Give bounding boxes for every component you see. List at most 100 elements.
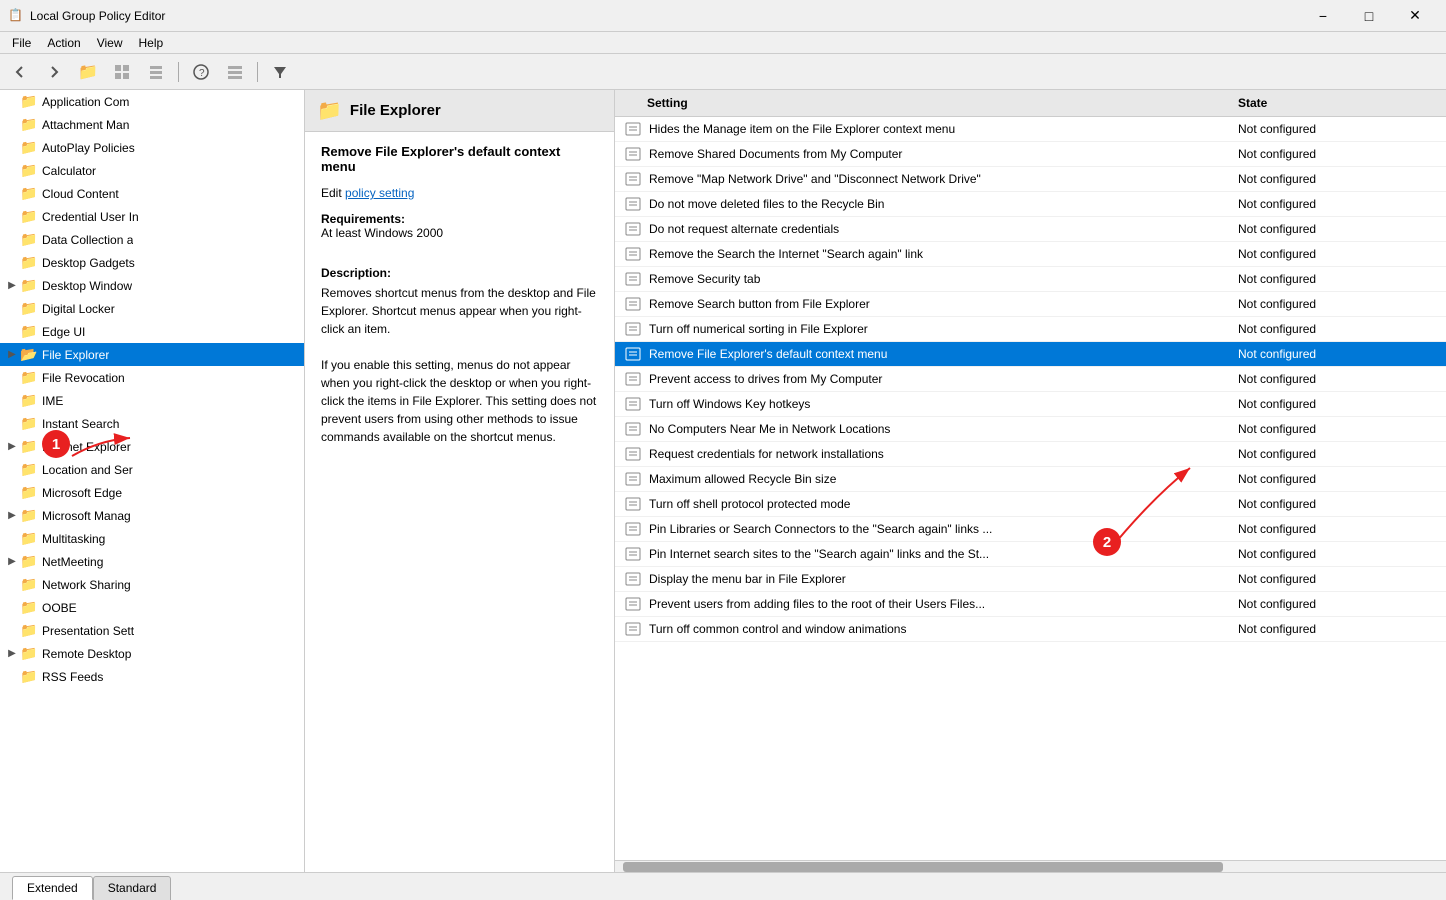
folder-icon: 📁 — [20, 185, 38, 202]
folder-icon: 📁 — [20, 553, 38, 570]
right-pane-header: Setting State — [615, 90, 1446, 117]
setting-row[interactable]: Remove Security tabNot configured — [615, 267, 1446, 292]
sidebar-item-label: File Explorer — [42, 348, 109, 362]
sidebar-item-attachment-man[interactable]: 📁 Attachment Man — [0, 113, 304, 136]
folder-icon: 📁 — [20, 254, 38, 271]
setting-icon — [623, 596, 643, 612]
setting-state: Not configured — [1238, 447, 1438, 461]
tree-expand-arrow: ▶ — [4, 648, 20, 659]
sidebar-item-microsoft-manag[interactable]: ▶ 📁 Microsoft Manag — [0, 504, 304, 527]
sidebar-item-label: Desktop Window — [42, 279, 132, 293]
sidebar-item-internet-explorer[interactable]: ▶ 📁 Internet Explorer — [0, 435, 304, 458]
sidebar-item-microsoft-edge[interactable]: 📁 Microsoft Edge — [0, 481, 304, 504]
tree-expand-arrow: ▶ — [4, 556, 20, 567]
sidebar-item-application-com[interactable]: 📁 Application Com — [0, 90, 304, 113]
setting-row[interactable]: Request credentials for network installa… — [615, 442, 1446, 467]
show-standard-button[interactable] — [106, 58, 138, 86]
setting-row[interactable]: Turn off common control and window anima… — [615, 617, 1446, 642]
sidebar-item-netmeeting[interactable]: ▶ 📁 NetMeeting — [0, 550, 304, 573]
toolbar-separator-1 — [178, 62, 179, 82]
sidebar-item-cloud-content[interactable]: 📁 Cloud Content — [0, 182, 304, 205]
extended-view-button[interactable] — [219, 58, 251, 86]
help-button[interactable]: ? — [185, 58, 217, 86]
sidebar-item-remote-desktop[interactable]: ▶ 📁 Remote Desktop — [0, 642, 304, 665]
minimize-button[interactable]: − — [1300, 0, 1346, 32]
menu-view[interactable]: View — [89, 34, 131, 52]
sidebar-item-desktop-window[interactable]: ▶ 📁 Desktop Window — [0, 274, 304, 297]
sidebar-item-network-sharing[interactable]: 📁 Network Sharing — [0, 573, 304, 596]
tab-standard[interactable]: Standard — [93, 876, 172, 900]
sidebar-item-rss-feeds[interactable]: 📁 RSS Feeds — [0, 665, 304, 688]
menu-action[interactable]: Action — [39, 34, 88, 52]
sidebar-item-data-collection[interactable]: 📁 Data Collection a — [0, 228, 304, 251]
middle-header: 📁 File Explorer — [305, 90, 614, 132]
forward-button[interactable] — [38, 58, 70, 86]
settings-list: Hides the Manage item on the File Explor… — [615, 117, 1446, 860]
policy-link[interactable]: policy setting — [345, 186, 414, 200]
setting-row[interactable]: No Computers Near Me in Network Location… — [615, 417, 1446, 442]
setting-icon — [623, 196, 643, 212]
setting-row[interactable]: Pin Internet search sites to the "Search… — [615, 542, 1446, 567]
tab-extended[interactable]: Extended — [12, 876, 93, 900]
sidebar-item-file-explorer[interactable]: ▶ 📂 File Explorer — [0, 343, 304, 366]
setting-state: Not configured — [1238, 572, 1438, 586]
folder-icon: 📁 — [20, 507, 38, 524]
sidebar-item-instant-search[interactable]: 📁 Instant Search — [0, 412, 304, 435]
setting-row[interactable]: Do not request alternate credentialsNot … — [615, 217, 1446, 242]
show-all-button[interactable] — [140, 58, 172, 86]
setting-row[interactable]: Turn off numerical sorting in File Explo… — [615, 317, 1446, 342]
sidebar-item-label: Desktop Gadgets — [42, 256, 135, 270]
setting-state: Not configured — [1238, 322, 1438, 336]
setting-row[interactable]: Hides the Manage item on the File Explor… — [615, 117, 1446, 142]
sidebar-item-digital-locker[interactable]: 📁 Digital Locker — [0, 297, 304, 320]
setting-row[interactable]: Turn off Windows Key hotkeysNot configur… — [615, 392, 1446, 417]
sidebar-item-oobe[interactable]: 📁 OOBE — [0, 596, 304, 619]
setting-icon — [623, 571, 643, 587]
sidebar-item-label: RSS Feeds — [42, 670, 103, 684]
up-button[interactable]: 📁 — [72, 58, 104, 86]
sidebar-item-location[interactable]: 📁 Location and Ser — [0, 458, 304, 481]
setting-row[interactable]: Prevent access to drives from My Compute… — [615, 367, 1446, 392]
setting-row[interactable]: Remove Shared Documents from My Computer… — [615, 142, 1446, 167]
sidebar-item-credential[interactable]: 📁 Credential User In — [0, 205, 304, 228]
setting-row[interactable]: Display the menu bar in File ExplorerNot… — [615, 567, 1446, 592]
sidebar-item-label: Attachment Man — [42, 118, 129, 132]
horizontal-scrollbar[interactable] — [615, 860, 1446, 872]
sidebar-item-presentation-sett[interactable]: 📁 Presentation Sett — [0, 619, 304, 642]
back-button[interactable] — [4, 58, 36, 86]
setting-icon — [623, 171, 643, 187]
sidebar-item-label: Location and Ser — [42, 463, 133, 477]
description-text: Removes shortcut menus from the desktop … — [321, 284, 598, 446]
sidebar-item-desktop-gadgets[interactable]: 📁 Desktop Gadgets — [0, 251, 304, 274]
setting-row[interactable]: Remove Search button from File ExplorerN… — [615, 292, 1446, 317]
menu-help[interactable]: Help — [131, 34, 172, 52]
close-button[interactable]: ✕ — [1392, 0, 1438, 32]
maximize-button[interactable]: □ — [1346, 0, 1392, 32]
setting-row[interactable]: Remove "Map Network Drive" and "Disconne… — [615, 167, 1446, 192]
sidebar-item-autoplay[interactable]: 📁 AutoPlay Policies — [0, 136, 304, 159]
sidebar-item-multitasking[interactable]: 📁 Multitasking — [0, 527, 304, 550]
setting-row[interactable]: Do not move deleted files to the Recycle… — [615, 192, 1446, 217]
sidebar-item-label: Microsoft Edge — [42, 486, 122, 500]
setting-row[interactable]: Prevent users from adding files to the r… — [615, 592, 1446, 617]
toolbar-separator-2 — [257, 62, 258, 82]
folder-icon: 📁 — [20, 93, 38, 110]
folder-icon: 📁 — [20, 323, 38, 340]
sidebar-item-edge-ui[interactable]: 📁 Edge UI — [0, 320, 304, 343]
sidebar-item-calculator[interactable]: 📁 Calculator — [0, 159, 304, 182]
setting-name: Remove "Map Network Drive" and "Disconne… — [649, 172, 1238, 186]
menu-file[interactable]: File — [4, 34, 39, 52]
sidebar-item-ime[interactable]: 📁 IME — [0, 389, 304, 412]
filter-button[interactable] — [264, 58, 296, 86]
setting-row[interactable]: Remove the Search the Internet "Search a… — [615, 242, 1446, 267]
setting-row[interactable]: Turn off shell protocol protected modeNo… — [615, 492, 1446, 517]
setting-row[interactable]: Pin Libraries or Search Connectors to th… — [615, 517, 1446, 542]
setting-state: Not configured — [1238, 272, 1438, 286]
setting-state: Not configured — [1238, 247, 1438, 261]
setting-row[interactable]: Maximum allowed Recycle Bin sizeNot conf… — [615, 467, 1446, 492]
sidebar-item-file-revocation[interactable]: 📁 File Revocation — [0, 366, 304, 389]
setting-row[interactable]: Remove File Explorer's default context m… — [615, 342, 1446, 367]
folder-icon: 📁 — [20, 599, 38, 616]
setting-name: Turn off shell protocol protected mode — [649, 497, 1238, 511]
title-bar: 📋 Local Group Policy Editor − □ ✕ — [0, 0, 1446, 32]
